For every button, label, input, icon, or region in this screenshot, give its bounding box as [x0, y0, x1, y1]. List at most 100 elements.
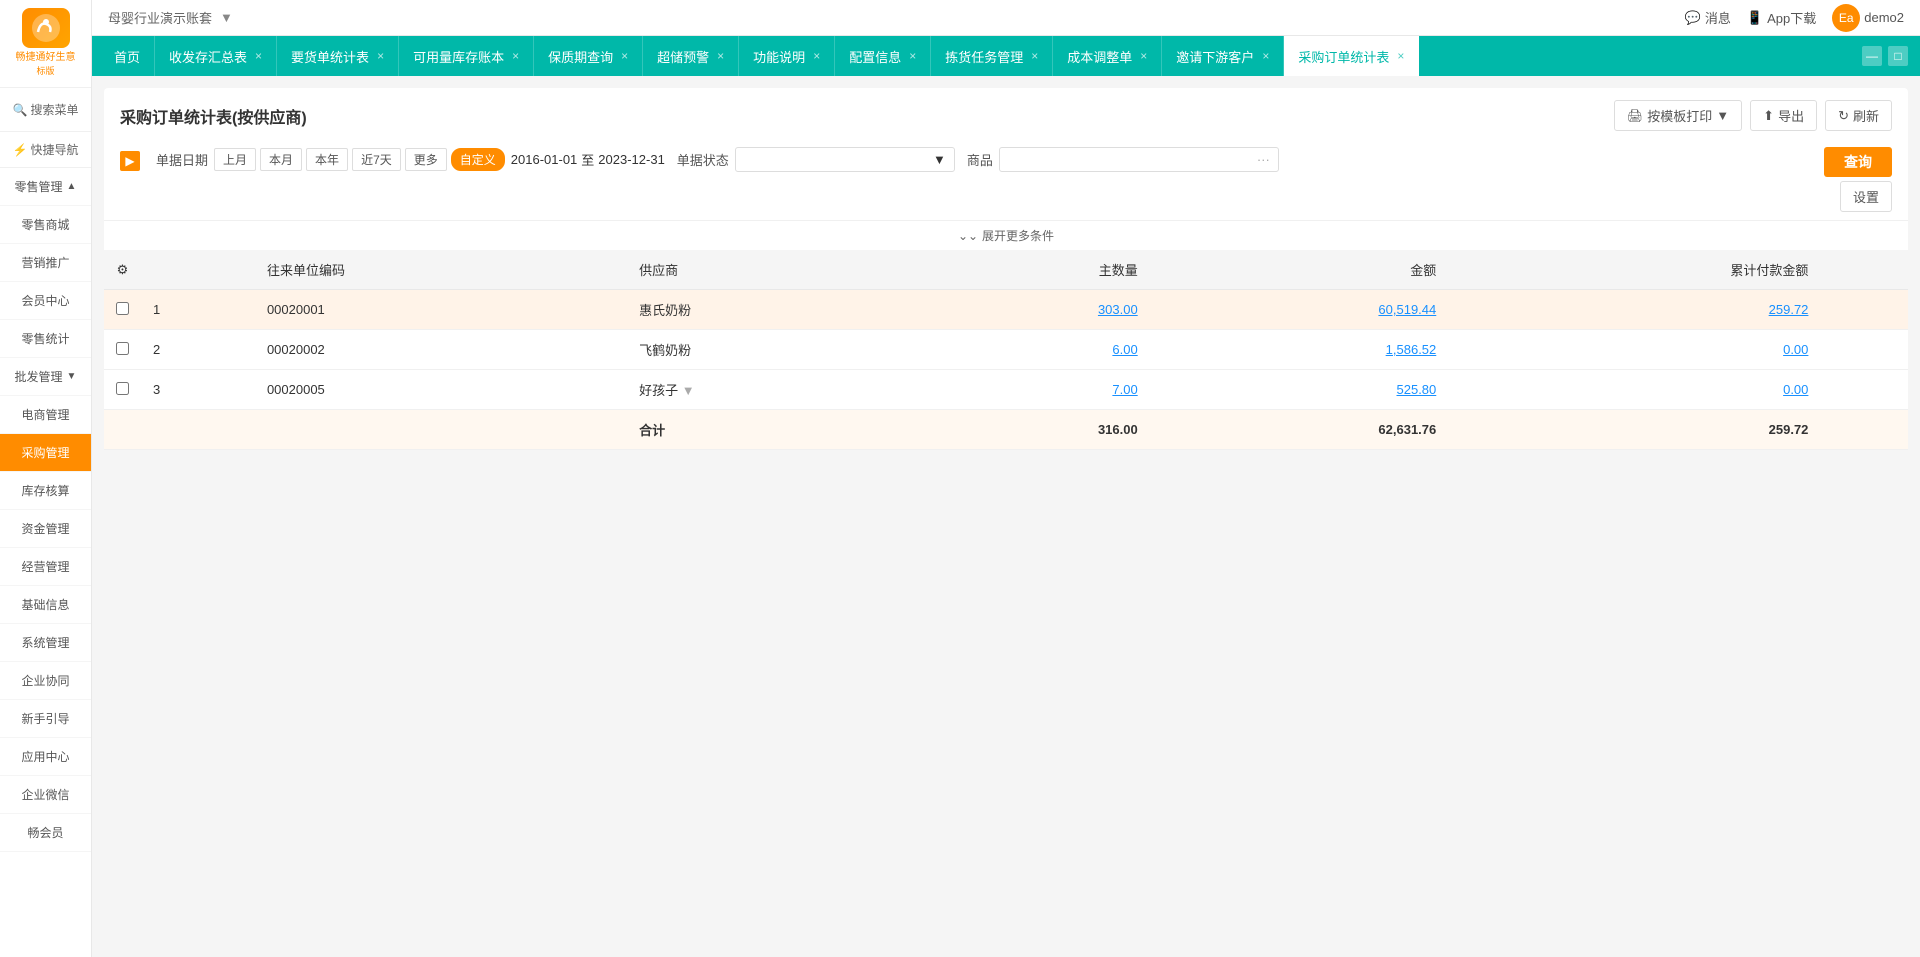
tab-receive-send-summary[interactable]: 收发存汇总表 ×: [155, 36, 277, 76]
date-btn-last-month[interactable]: 上月: [214, 148, 256, 171]
td-quantity[interactable]: 303.00: [917, 290, 1150, 330]
chevron-down-icon: ▼: [1716, 108, 1729, 123]
status-label: 单据状态: [677, 150, 729, 169]
tab-close-icon[interactable]: ×: [377, 49, 384, 63]
status-select[interactable]: ▼: [735, 147, 955, 172]
footer-amount: 62,631.76: [1150, 410, 1449, 450]
row-checkbox[interactable]: [116, 302, 129, 315]
th-amount: 金额: [1150, 250, 1449, 290]
tab-home[interactable]: 首页: [100, 36, 155, 76]
tab-overstock-warning[interactable]: 超储预警 ×: [643, 36, 739, 76]
sidebar-item-retail-store[interactable]: 零售商城: [0, 206, 91, 244]
more-options-icon: ···: [1257, 152, 1270, 167]
tab-invite-downstream[interactable]: 邀请下游客户 ×: [1162, 36, 1284, 76]
message-btn[interactable]: 💬 消息: [1685, 8, 1731, 27]
date-from: 2016-01-01: [511, 152, 578, 167]
date-btn-more[interactable]: 更多: [405, 148, 447, 171]
tab-close-icon[interactable]: ×: [1031, 49, 1038, 63]
date-btn-this-year[interactable]: 本年: [306, 148, 348, 171]
tab-close-icon[interactable]: ×: [621, 49, 628, 63]
tab-pick-task[interactable]: 拣货任务管理 ×: [931, 36, 1053, 76]
dropdown-icon[interactable]: ▼: [220, 10, 233, 25]
date-filter: 单据日期 上月 本月 本年 近7天 更多 自定义 2016-01-01: [156, 148, 665, 171]
filter-toggle-btn[interactable]: ▶: [120, 151, 140, 171]
quick-nav-button[interactable]: ⚡ 快捷导航: [6, 136, 85, 163]
tab-close-icon[interactable]: ×: [813, 49, 820, 63]
sidebar-item-ecommerce[interactable]: 电商管理: [0, 396, 91, 434]
td-quantity[interactable]: 6.00: [917, 330, 1150, 370]
refresh-icon: ↻: [1838, 108, 1849, 124]
sidebar-item-members[interactable]: 会员中心: [0, 282, 91, 320]
sidebar-item-wechat[interactable]: 企业微信: [0, 776, 91, 814]
sidebar-item-basic-info[interactable]: 基础信息: [0, 586, 91, 624]
tab-config-info[interactable]: 配置信息 ×: [835, 36, 931, 76]
sidebar-item-retail-mgmt[interactable]: 零售管理 ▲: [0, 168, 91, 206]
sidebar-item-wholesale[interactable]: 批发管理 ▼: [0, 358, 91, 396]
row-checkbox[interactable]: [116, 382, 129, 395]
td-paid[interactable]: 259.72: [1448, 290, 1820, 330]
tab-close-icon[interactable]: ×: [717, 49, 724, 63]
template-print-btn[interactable]: 🖨 按模板打印 ▼: [1614, 100, 1742, 131]
goods-input-area[interactable]: ···: [999, 147, 1279, 172]
sidebar-item-membership[interactable]: 畅会员: [0, 814, 91, 852]
sidebar-item-app-center[interactable]: 应用中心: [0, 738, 91, 776]
td-checkbox[interactable]: [104, 290, 141, 330]
date-btn-custom[interactable]: 自定义: [451, 148, 505, 171]
tab-close-icon[interactable]: ×: [909, 49, 916, 63]
td-amount[interactable]: 525.80: [1150, 370, 1449, 410]
window-minimize-btn[interactable]: —: [1862, 46, 1882, 66]
tab-order-stats[interactable]: 要货单统计表 ×: [277, 36, 399, 76]
row-checkbox[interactable]: [116, 342, 129, 355]
expand-row-icon[interactable]: ▼: [682, 383, 695, 398]
sidebar-item-purchase[interactable]: 采购管理: [0, 434, 91, 472]
td-paid[interactable]: 0.00: [1448, 370, 1820, 410]
sidebar-item-marketing[interactable]: 营销推广: [0, 244, 91, 282]
td-checkbox[interactable]: [104, 330, 141, 370]
tab-available-stock[interactable]: 可用量库存账本 ×: [399, 36, 534, 76]
quick-nav-section[interactable]: ⚡ 快捷导航: [0, 132, 91, 168]
tab-purchase-order-stats[interactable]: 采购订单统计表 ×: [1284, 36, 1419, 76]
td-quantity[interactable]: 7.00: [917, 370, 1150, 410]
tab-close-icon[interactable]: ×: [512, 49, 519, 63]
date-btn-7days[interactable]: 近7天: [352, 148, 401, 171]
app-download-btn[interactable]: 📱 App下载: [1747, 8, 1816, 27]
settings-icon[interactable]: ⚙: [117, 262, 129, 277]
td-amount[interactable]: 60,519.44: [1150, 290, 1449, 330]
td-checkbox[interactable]: [104, 370, 141, 410]
tab-feature-desc[interactable]: 功能说明 ×: [739, 36, 835, 76]
chevron-down-icon: ▼: [67, 371, 77, 382]
search-menu-button[interactable]: 🔍 搜索菜单: [6, 96, 85, 123]
export-btn[interactable]: ⬆ 导出: [1750, 100, 1817, 131]
logo-icon: [22, 8, 70, 48]
tab-close-icon[interactable]: ×: [1397, 49, 1404, 63]
sidebar-item-operations[interactable]: 经营管理: [0, 548, 91, 586]
td-paid[interactable]: 0.00: [1448, 330, 1820, 370]
logo-text: 畅捷通好生意标版: [16, 51, 76, 79]
tab-close-icon[interactable]: ×: [1140, 49, 1147, 63]
settings-btn[interactable]: 设置: [1840, 181, 1892, 212]
refresh-btn[interactable]: ↻ 刷新: [1825, 100, 1892, 131]
filter-main: 单据日期 上月 本月 本年 近7天 更多 自定义 2016-01-01: [156, 147, 1808, 172]
search-btn[interactable]: 查询: [1824, 147, 1892, 177]
th-settings[interactable]: ⚙: [104, 250, 141, 290]
goods-search-input[interactable]: [1008, 152, 1257, 167]
sidebar-search-section[interactable]: 🔍 搜索菜单: [0, 88, 91, 132]
sidebar-item-finance[interactable]: 资金管理: [0, 510, 91, 548]
date-btn-this-month[interactable]: 本月: [260, 148, 302, 171]
sidebar-item-retail-stats[interactable]: 零售统计: [0, 320, 91, 358]
sidebar-item-collab[interactable]: 企业协同: [0, 662, 91, 700]
mobile-icon: 📱: [1747, 10, 1763, 26]
sidebar-item-inventory[interactable]: 库存核算: [0, 472, 91, 510]
tab-expiry-query[interactable]: 保质期查询 ×: [534, 36, 643, 76]
sidebar-logo: 畅捷通好生意标版: [0, 0, 91, 88]
page-content-area: 采购订单统计表(按供应商) 🖨 按模板打印 ▼ ⬆ 导出 ↻ 刷新: [92, 76, 1920, 957]
sidebar-item-guide[interactable]: 新手引导: [0, 700, 91, 738]
user-area[interactable]: Ea demo2: [1832, 4, 1904, 32]
td-amount[interactable]: 1,586.52: [1150, 330, 1449, 370]
tab-close-icon[interactable]: ×: [1262, 49, 1269, 63]
expand-more-btn[interactable]: ⌄⌄ 展开更多条件: [104, 221, 1908, 250]
tab-close-icon[interactable]: ×: [255, 49, 262, 63]
window-maximize-btn[interactable]: □: [1888, 46, 1908, 66]
sidebar-item-system[interactable]: 系统管理: [0, 624, 91, 662]
tab-cost-adjust[interactable]: 成本调整单 ×: [1053, 36, 1162, 76]
